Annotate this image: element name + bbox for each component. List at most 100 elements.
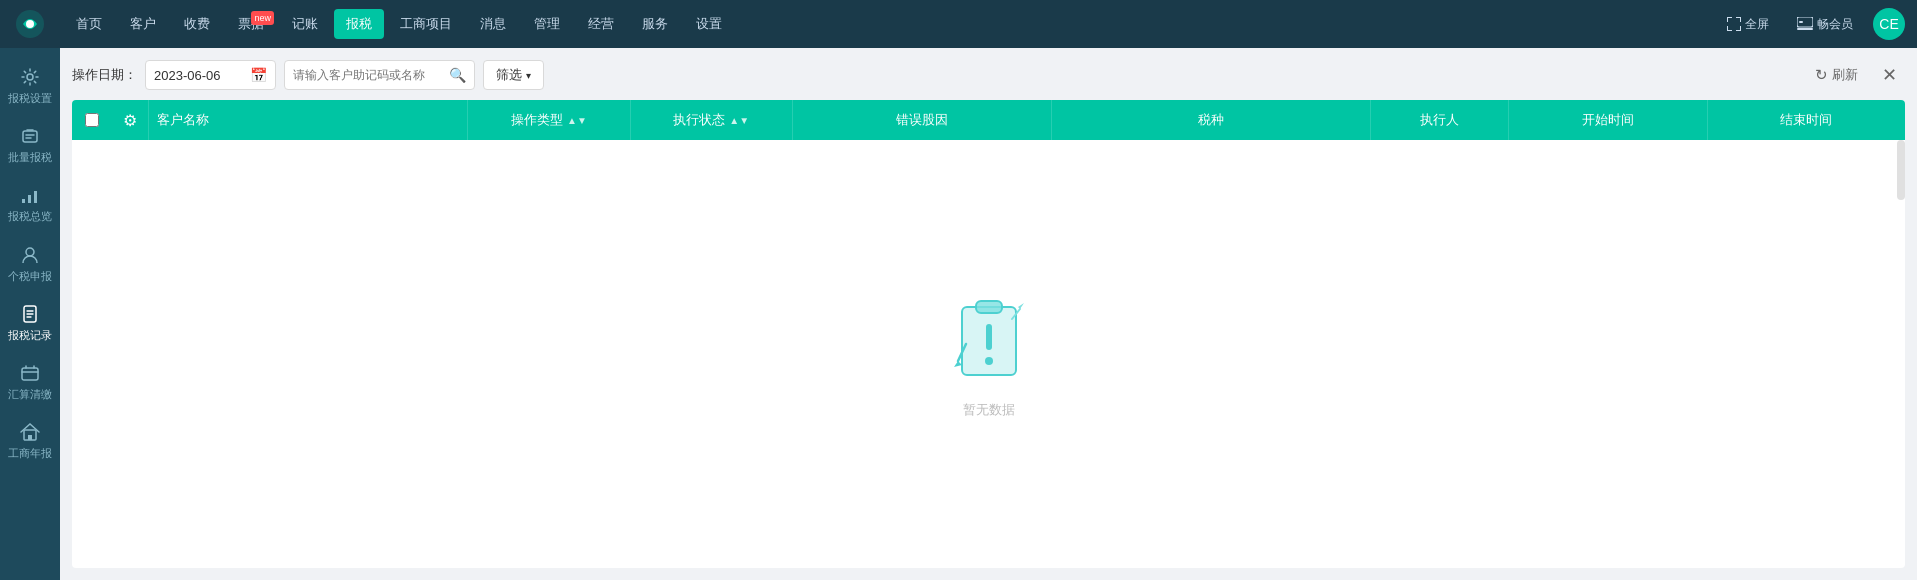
nav-item-invoice[interactable]: 票据new bbox=[226, 9, 276, 39]
search-box[interactable]: 🔍 bbox=[284, 60, 475, 90]
svg-rect-9 bbox=[1740, 26, 1741, 31]
nav-item-tax[interactable]: 报税 bbox=[334, 9, 384, 39]
svg-rect-15 bbox=[22, 199, 25, 203]
top-right-actions: 全屏 畅会员 CE bbox=[1719, 8, 1905, 40]
empty-state: 暂无数据 bbox=[944, 289, 1034, 419]
settings-icon bbox=[19, 66, 41, 88]
svg-rect-25 bbox=[976, 301, 1002, 313]
sidebar-label-settlement: 汇算清缴 bbox=[8, 388, 52, 401]
nav-item-settings[interactable]: 设置 bbox=[684, 9, 734, 39]
checkbox-all[interactable] bbox=[85, 113, 99, 127]
search-icon[interactable]: 🔍 bbox=[449, 67, 466, 83]
new-badge-invoice: new bbox=[251, 11, 274, 25]
batch-icon bbox=[19, 125, 41, 147]
column-header-executor: 执行人 bbox=[1370, 100, 1508, 140]
svg-point-13 bbox=[27, 74, 33, 80]
fullscreen-button[interactable]: 全屏 bbox=[1719, 12, 1777, 37]
nav-item-services[interactable]: 服务 bbox=[630, 9, 680, 39]
refresh-icon: ↻ bbox=[1815, 66, 1828, 84]
close-button[interactable]: ✕ bbox=[1874, 62, 1905, 88]
refresh-label: 刷新 bbox=[1832, 66, 1858, 84]
settlement-icon bbox=[19, 362, 41, 384]
nav-item-operation[interactable]: 经营 bbox=[576, 9, 626, 39]
sidebar-label-tax-records: 报税记录 bbox=[8, 329, 52, 342]
column-header-status: 执行状态 ▲▼ bbox=[630, 100, 792, 140]
column-header-error: 错误股因 bbox=[792, 100, 1051, 140]
column-header-end: 结束时间 bbox=[1707, 100, 1905, 140]
person-icon bbox=[19, 244, 41, 266]
sidebar-label-tax-summary: 报税总览 bbox=[8, 210, 52, 223]
sort-icon-optype[interactable]: ▲▼ bbox=[567, 115, 587, 126]
filter-button[interactable]: 筛选 ▾ bbox=[483, 60, 544, 90]
svg-rect-20 bbox=[22, 368, 38, 380]
filter-label: 筛选 bbox=[496, 66, 522, 84]
svg-rect-7 bbox=[1727, 26, 1728, 31]
date-picker[interactable]: 📅 bbox=[145, 60, 276, 90]
fullscreen-label: 全屏 bbox=[1745, 16, 1769, 33]
table-header: ⚙ 客户名称 操作类型 ▲▼ 执行状态 ▲▼ 错误股因 税种 bbox=[72, 100, 1905, 140]
sort-icon-status[interactable]: ▲▼ bbox=[729, 115, 749, 126]
content-area: 操作日期： 📅 🔍 筛选 ▾ ↻ 刷新 ✕ bbox=[60, 48, 1917, 580]
svg-point-18 bbox=[26, 248, 34, 256]
nav-item-accounts[interactable]: 记账 bbox=[280, 9, 330, 39]
logo[interactable] bbox=[12, 6, 48, 42]
svg-rect-27 bbox=[986, 324, 992, 350]
member-button[interactable]: 畅会员 bbox=[1789, 12, 1861, 37]
svg-rect-22 bbox=[28, 435, 32, 440]
data-table: ⚙ 客户名称 操作类型 ▲▼ 执行状态 ▲▼ 错误股因 税种 bbox=[72, 100, 1905, 568]
empty-text: 暂无数据 bbox=[963, 401, 1015, 419]
nav-item-bizproject[interactable]: 工商项目 bbox=[388, 9, 464, 39]
sidebar: 报税设置批量报税报税总览个税申报报税记录汇算清缴工商年报 bbox=[0, 48, 60, 580]
date-input[interactable] bbox=[154, 68, 244, 83]
svg-rect-5 bbox=[1740, 17, 1741, 22]
nav-item-messages[interactable]: 消息 bbox=[468, 9, 518, 39]
member-label: 畅会员 bbox=[1817, 16, 1853, 33]
sidebar-label-batch-tax: 批量报税 bbox=[8, 151, 52, 164]
date-label: 操作日期： bbox=[72, 66, 137, 84]
nav-item-billing[interactable]: 收费 bbox=[172, 9, 222, 39]
top-navigation: 首页客户收费票据new记账报税工商项目消息管理经营服务设置 全屏 畅会员 CE bbox=[0, 0, 1917, 48]
nav-item-home[interactable]: 首页 bbox=[64, 9, 114, 39]
sidebar-item-tax-settings[interactable]: 报税设置 bbox=[0, 56, 60, 115]
svg-rect-3 bbox=[1727, 17, 1728, 22]
column-header-customer: 客户名称 bbox=[148, 100, 467, 140]
sidebar-item-tax-records[interactable]: 报税记录 bbox=[0, 293, 60, 352]
empty-illustration bbox=[944, 289, 1034, 389]
svg-point-1 bbox=[26, 20, 34, 28]
avatar[interactable]: CE bbox=[1873, 8, 1905, 40]
column-header-tax: 税种 bbox=[1051, 100, 1370, 140]
select-all-checkbox[interactable] bbox=[72, 113, 112, 127]
column-settings-icon[interactable]: ⚙ bbox=[112, 111, 148, 130]
sidebar-label-personal-tax: 个税申报 bbox=[8, 270, 52, 283]
svg-rect-12 bbox=[1797, 28, 1813, 30]
records-icon bbox=[19, 303, 41, 325]
svg-marker-32 bbox=[1018, 303, 1024, 309]
column-header-optype: 操作类型 ▲▼ bbox=[467, 100, 629, 140]
toolbar: 操作日期： 📅 🔍 筛选 ▾ ↻ 刷新 ✕ bbox=[72, 60, 1905, 90]
nav-item-customer[interactable]: 客户 bbox=[118, 9, 168, 39]
svg-rect-14 bbox=[23, 131, 37, 142]
sidebar-item-settlement[interactable]: 汇算清缴 bbox=[0, 352, 60, 411]
svg-rect-16 bbox=[28, 195, 31, 203]
svg-rect-17 bbox=[34, 191, 37, 203]
nav-items: 首页客户收费票据new记账报税工商项目消息管理经营服务设置 bbox=[64, 9, 1719, 39]
svg-rect-11 bbox=[1799, 21, 1803, 23]
svg-point-28 bbox=[985, 357, 993, 365]
sidebar-item-annual-report[interactable]: 工商年报 bbox=[0, 411, 60, 470]
nav-item-management[interactable]: 管理 bbox=[522, 9, 572, 39]
search-input[interactable] bbox=[293, 68, 443, 82]
summary-icon bbox=[19, 184, 41, 206]
sidebar-label-tax-settings: 报税设置 bbox=[8, 92, 52, 105]
table-body: 暂无数据 bbox=[72, 140, 1905, 568]
refresh-button[interactable]: ↻ 刷新 bbox=[1807, 62, 1866, 88]
chevron-down-icon: ▾ bbox=[526, 70, 531, 81]
calendar-icon[interactable]: 📅 bbox=[250, 67, 267, 83]
main-layout: 报税设置批量报税报税总览个税申报报税记录汇算清缴工商年报 操作日期： 📅 🔍 筛… bbox=[0, 48, 1917, 580]
annual-icon bbox=[19, 421, 41, 443]
column-header-start: 开始时间 bbox=[1508, 100, 1706, 140]
sidebar-label-annual-report: 工商年报 bbox=[8, 447, 52, 460]
table-scrollbar[interactable] bbox=[1897, 140, 1905, 200]
sidebar-item-personal-tax[interactable]: 个税申报 bbox=[0, 234, 60, 293]
sidebar-item-tax-summary[interactable]: 报税总览 bbox=[0, 174, 60, 233]
sidebar-item-batch-tax[interactable]: 批量报税 bbox=[0, 115, 60, 174]
